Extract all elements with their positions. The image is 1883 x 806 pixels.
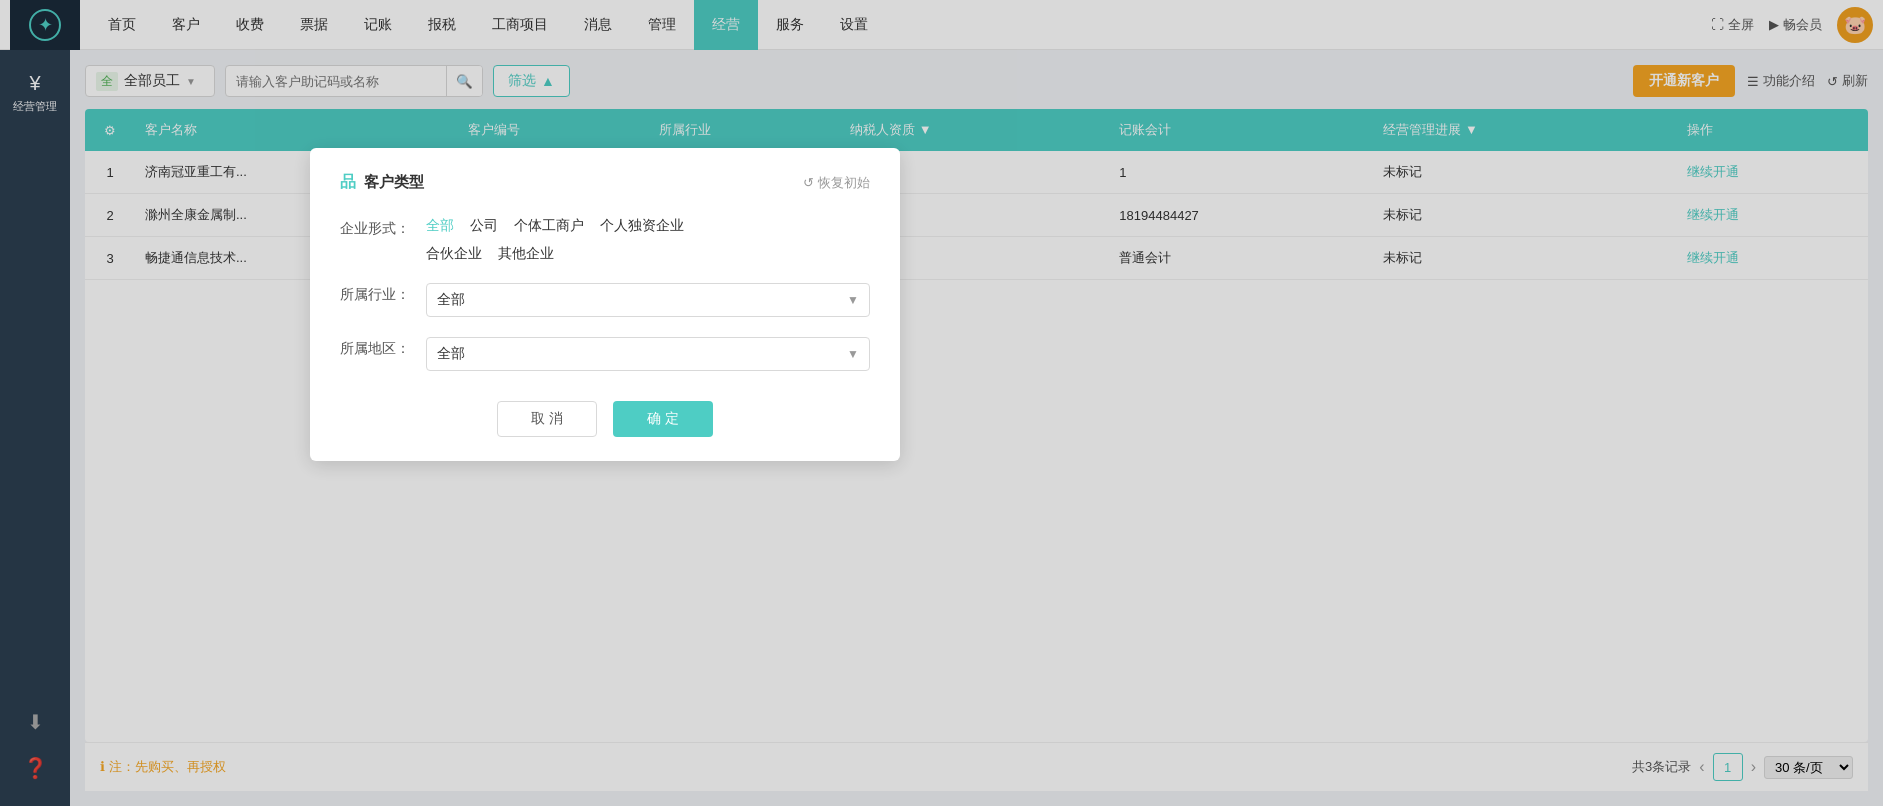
region-select[interactable]: 全部 ▼ [426, 337, 870, 371]
filter-modal: 品 客户类型 ↺ 恢复初始 企业形式： 全部 公司 个体工商户 个人独资企业 合… [310, 148, 900, 461]
etype-individual[interactable]: 个体工商户 [514, 217, 584, 235]
etype-company[interactable]: 公司 [470, 217, 498, 235]
etype-all[interactable]: 全部 [426, 217, 454, 235]
reset-icon: ↺ [803, 175, 814, 190]
etype-partnership[interactable]: 合伙企业 [426, 245, 482, 263]
modal-title-icon: 品 [340, 172, 356, 193]
region-label: 所属地区： [340, 337, 410, 358]
enterprise-types-row2: 合伙企业 其他企业 [426, 245, 870, 263]
industry-field: 全部 ▼ [426, 283, 870, 317]
reset-label: 恢复初始 [818, 174, 870, 192]
modal-footer: 取 消 确 定 [340, 401, 870, 437]
confirm-button[interactable]: 确 定 [613, 401, 713, 437]
industry-select[interactable]: 全部 ▼ [426, 283, 870, 317]
region-field: 全部 ▼ [426, 337, 870, 371]
enterprise-form-label: 企业形式： [340, 217, 410, 238]
industry-row: 所属行业： 全部 ▼ [340, 283, 870, 317]
etype-other[interactable]: 其他企业 [498, 245, 554, 263]
region-chevron-icon: ▼ [847, 347, 859, 361]
modal-header: 品 客户类型 ↺ 恢复初始 [340, 172, 870, 193]
modal-overlay: 品 客户类型 ↺ 恢复初始 企业形式： 全部 公司 个体工商户 个人独资企业 合… [0, 0, 1883, 806]
cancel-button[interactable]: 取 消 [497, 401, 597, 437]
enterprise-types-field: 全部 公司 个体工商户 个人独资企业 合伙企业 其他企业 [426, 217, 870, 263]
industry-value: 全部 [437, 291, 465, 309]
region-row: 所属地区： 全部 ▼ [340, 337, 870, 371]
enterprise-form-row: 企业形式： 全部 公司 个体工商户 个人独资企业 合伙企业 其他企业 [340, 217, 870, 263]
reset-button[interactable]: ↺ 恢复初始 [803, 174, 870, 192]
etype-sole[interactable]: 个人独资企业 [600, 217, 684, 235]
industry-chevron-icon: ▼ [847, 293, 859, 307]
modal-title: 品 客户类型 [340, 172, 424, 193]
industry-label: 所属行业： [340, 283, 410, 304]
region-value: 全部 [437, 345, 465, 363]
enterprise-types: 全部 公司 个体工商户 个人独资企业 [426, 217, 870, 235]
modal-title-text: 客户类型 [364, 173, 424, 192]
